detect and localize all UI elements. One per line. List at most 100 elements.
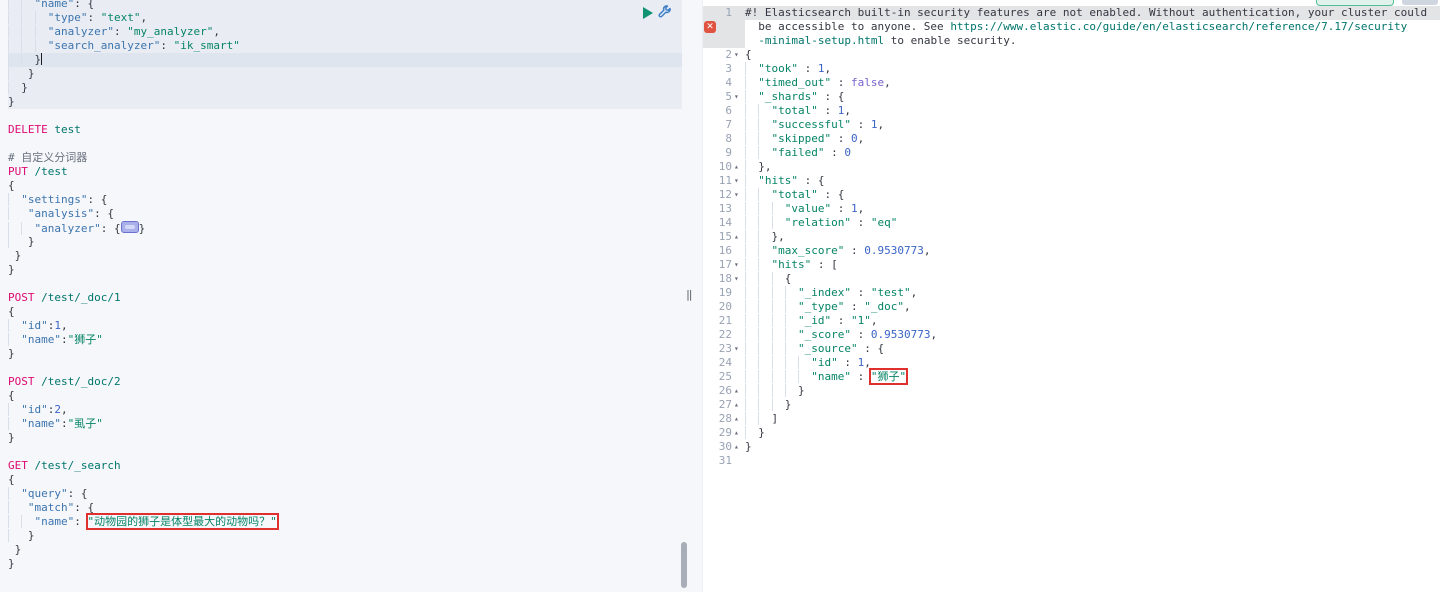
indent-guide bbox=[745, 328, 758, 341]
code-line: "search_analyzer": "ik_smart" bbox=[8, 39, 682, 53]
code-token: false bbox=[850, 76, 885, 89]
fold-close-arrow-icon[interactable]: ▴ bbox=[732, 384, 745, 398]
indent-guide bbox=[745, 230, 758, 243]
code-token: 1 bbox=[817, 62, 825, 75]
code-token: test bbox=[54, 123, 81, 136]
code-token: "_doc" bbox=[864, 300, 904, 313]
code-line: -minimal-setup.html to enable security. bbox=[703, 34, 1440, 48]
gutter-cell: 27 ▴ bbox=[703, 398, 745, 412]
fold-close-arrow-icon[interactable]: ▴ bbox=[732, 398, 745, 412]
code-token: be accessible to anyone. See bbox=[745, 20, 951, 33]
wrench-icon[interactable] bbox=[657, 4, 672, 19]
code-token: : bbox=[798, 62, 818, 75]
code-line: 27 ▴ } bbox=[703, 398, 1440, 412]
indent-guide bbox=[745, 356, 758, 369]
code-token: }, bbox=[771, 230, 785, 243]
code-token: 2 bbox=[54, 403, 61, 416]
top-cropped-button-green[interactable] bbox=[1316, 0, 1394, 6]
top-cropped-button-gray[interactable] bbox=[1402, 0, 1438, 5]
indent-guide bbox=[772, 356, 785, 369]
error-x-icon: ✕ bbox=[704, 21, 716, 33]
divider-grip-icon[interactable]: ‖ bbox=[686, 288, 693, 302]
code-line: } bbox=[8, 529, 682, 543]
code-content: "max_score" : 0.9530773, bbox=[745, 244, 1440, 258]
code-line: ✕ be accessible to anyone. See https://w… bbox=[703, 20, 1440, 34]
indent-guide bbox=[745, 132, 758, 145]
request-editor-pane[interactable]: "name": { "type": "text", "analyzer": "m… bbox=[0, 0, 702, 592]
code-token: "relation" bbox=[784, 216, 851, 229]
left-editor-scrollbar[interactable] bbox=[681, 542, 687, 588]
fold-open-arrow-icon[interactable]: ▾ bbox=[732, 90, 745, 104]
code-token: "ik_smart" bbox=[173, 39, 240, 52]
indent-guide bbox=[772, 384, 785, 397]
code-token: } bbox=[8, 557, 15, 570]
code-token: #! Elasticsearch built-in security featu… bbox=[745, 6, 1428, 19]
code-token: , bbox=[213, 25, 220, 38]
fold-open-arrow-icon[interactable]: ▾ bbox=[732, 48, 745, 62]
code-line: 24 "id" : 1, bbox=[703, 356, 1440, 370]
indent-guide bbox=[758, 244, 771, 257]
code-token: /test/_doc/1 bbox=[41, 291, 121, 304]
code-token: } bbox=[21, 81, 28, 94]
indent-guide bbox=[8, 0, 21, 10]
code-token: : bbox=[831, 132, 851, 145]
code-token: "analysis" bbox=[27, 207, 95, 220]
line-number: 1 bbox=[725, 6, 732, 19]
indent-guide bbox=[772, 370, 785, 383]
gutter-cell: 2 ▾ bbox=[703, 48, 745, 62]
line-number: 8 bbox=[725, 132, 732, 145]
code-content: "hits" : { bbox=[745, 174, 1440, 188]
indent-guide bbox=[21, 25, 34, 38]
fold-open-arrow-icon[interactable]: ▾ bbox=[732, 258, 745, 272]
line-number: 23 bbox=[718, 342, 732, 355]
gutter-cell: 14 bbox=[703, 216, 745, 230]
indent-guide bbox=[8, 25, 21, 38]
indent-guide bbox=[772, 342, 785, 355]
code-line: "type": "text", bbox=[8, 11, 682, 25]
fold-close-arrow-icon[interactable]: ▴ bbox=[732, 230, 745, 244]
gutter-cell: 5 ▾ bbox=[703, 90, 745, 104]
fold-close-arrow-icon[interactable]: ▴ bbox=[732, 160, 745, 174]
indent-guide bbox=[745, 384, 758, 397]
indent-guide bbox=[772, 314, 785, 327]
code-content: } bbox=[745, 398, 1440, 412]
fold-close-arrow-icon[interactable]: ▴ bbox=[732, 440, 745, 454]
code-line: 8 "skipped" : 0, bbox=[703, 132, 1440, 146]
code-line: } bbox=[8, 53, 682, 67]
indent-guide bbox=[21, 39, 34, 52]
fold-close-arrow-icon[interactable]: ▴ bbox=[732, 412, 745, 426]
code-token: , bbox=[61, 403, 68, 416]
collapsed-fold-pill-icon[interactable] bbox=[120, 221, 139, 233]
code-token: "_id" bbox=[798, 314, 832, 327]
indent-guide bbox=[745, 426, 758, 439]
code-token: # 自定义分词器 bbox=[8, 151, 88, 164]
fold-close-arrow-icon[interactable]: ▴ bbox=[732, 426, 745, 440]
indent-guide bbox=[785, 356, 798, 369]
fold-open-arrow-icon[interactable]: ▾ bbox=[732, 188, 745, 202]
code-content: be accessible to anyone. See https://www… bbox=[745, 20, 1440, 34]
fold-open-arrow-icon[interactable]: ▾ bbox=[732, 342, 745, 356]
code-token: 0 bbox=[850, 132, 858, 145]
indent-guide bbox=[745, 216, 758, 229]
code-line: 29 ▴ } bbox=[703, 426, 1440, 440]
indent-guide bbox=[785, 300, 798, 313]
indent-guide bbox=[758, 314, 771, 327]
fold-open-arrow-icon[interactable]: ▾ bbox=[732, 174, 745, 188]
fold-open-arrow-icon[interactable]: ▾ bbox=[732, 272, 745, 286]
code-line: 5 ▾ "_shards" : { bbox=[703, 90, 1440, 104]
response-pane[interactable]: 1 #! Elasticsearch built-in security feat… bbox=[702, 0, 1440, 592]
send-request-play-icon[interactable] bbox=[643, 7, 653, 19]
indent-guide bbox=[745, 118, 758, 131]
code-line: 9 "failed" : 0 bbox=[703, 146, 1440, 160]
indent-guide bbox=[8, 222, 21, 235]
indent-guide bbox=[758, 188, 771, 201]
code-content: -minimal-setup.html to enable security. bbox=[745, 34, 1440, 48]
request-code-area[interactable]: "name": { "type": "text", "analyzer": "m… bbox=[8, 0, 682, 571]
code-token: to enable security. bbox=[884, 34, 1017, 47]
code-content: } bbox=[745, 440, 1440, 454]
code-token: : bbox=[844, 244, 865, 257]
code-token: } bbox=[8, 249, 22, 262]
indent-guide bbox=[758, 118, 771, 131]
code-line: 17 ▾ "hits" : [ bbox=[703, 258, 1440, 272]
